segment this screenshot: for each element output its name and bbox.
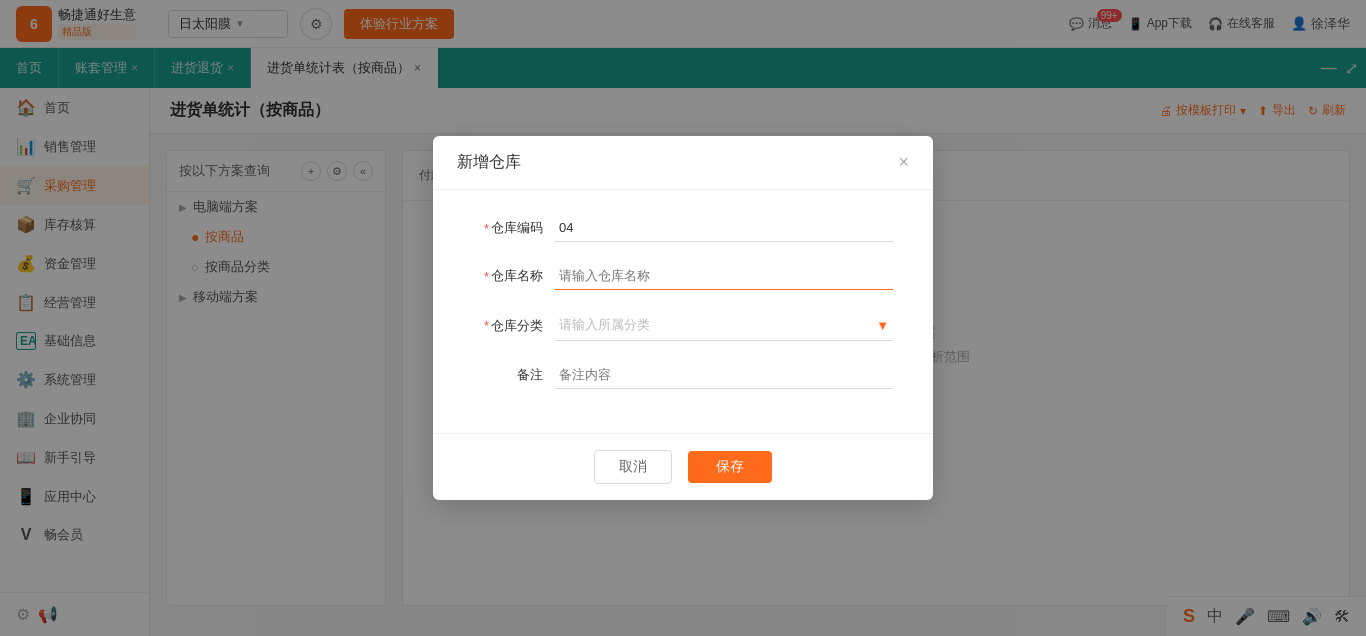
form-row-note: 备注 [473,361,893,389]
category-select[interactable]: 请输入所属分类 ▼ [555,310,893,341]
category-select-placeholder: 请输入所属分类 [559,316,650,334]
add-warehouse-modal: 新增仓库 × * 仓库编码 * 仓库名称 * 仓库分 [433,136,933,500]
category-dropdown-icon: ▼ [876,318,889,333]
category-required-mark: * [484,318,489,333]
code-label: * 仓库编码 [473,219,543,237]
category-label: * 仓库分类 [473,317,543,335]
warehouse-name-input[interactable] [555,262,893,290]
form-row-category: * 仓库分类 请输入所属分类 ▼ [473,310,893,341]
cancel-button[interactable]: 取消 [594,450,672,484]
modal-close-icon[interactable]: × [898,152,909,173]
note-label: 备注 [473,366,543,384]
modal-title: 新增仓库 [457,152,521,173]
modal-footer: 取消 保存 [433,433,933,500]
modal-header: 新增仓库 × [433,136,933,190]
warehouse-note-input[interactable] [555,361,893,389]
name-required-mark: * [484,269,489,284]
code-required-mark: * [484,221,489,236]
name-label: * 仓库名称 [473,267,543,285]
form-row-name: * 仓库名称 [473,262,893,290]
modal-overlay[interactable]: 新增仓库 × * 仓库编码 * 仓库名称 * 仓库分 [0,0,1366,636]
save-button[interactable]: 保存 [688,451,772,483]
form-row-code: * 仓库编码 [473,214,893,242]
modal-body: * 仓库编码 * 仓库名称 * 仓库分类 请输入所属分类 ▼ [433,190,933,433]
warehouse-code-input[interactable] [555,214,893,242]
